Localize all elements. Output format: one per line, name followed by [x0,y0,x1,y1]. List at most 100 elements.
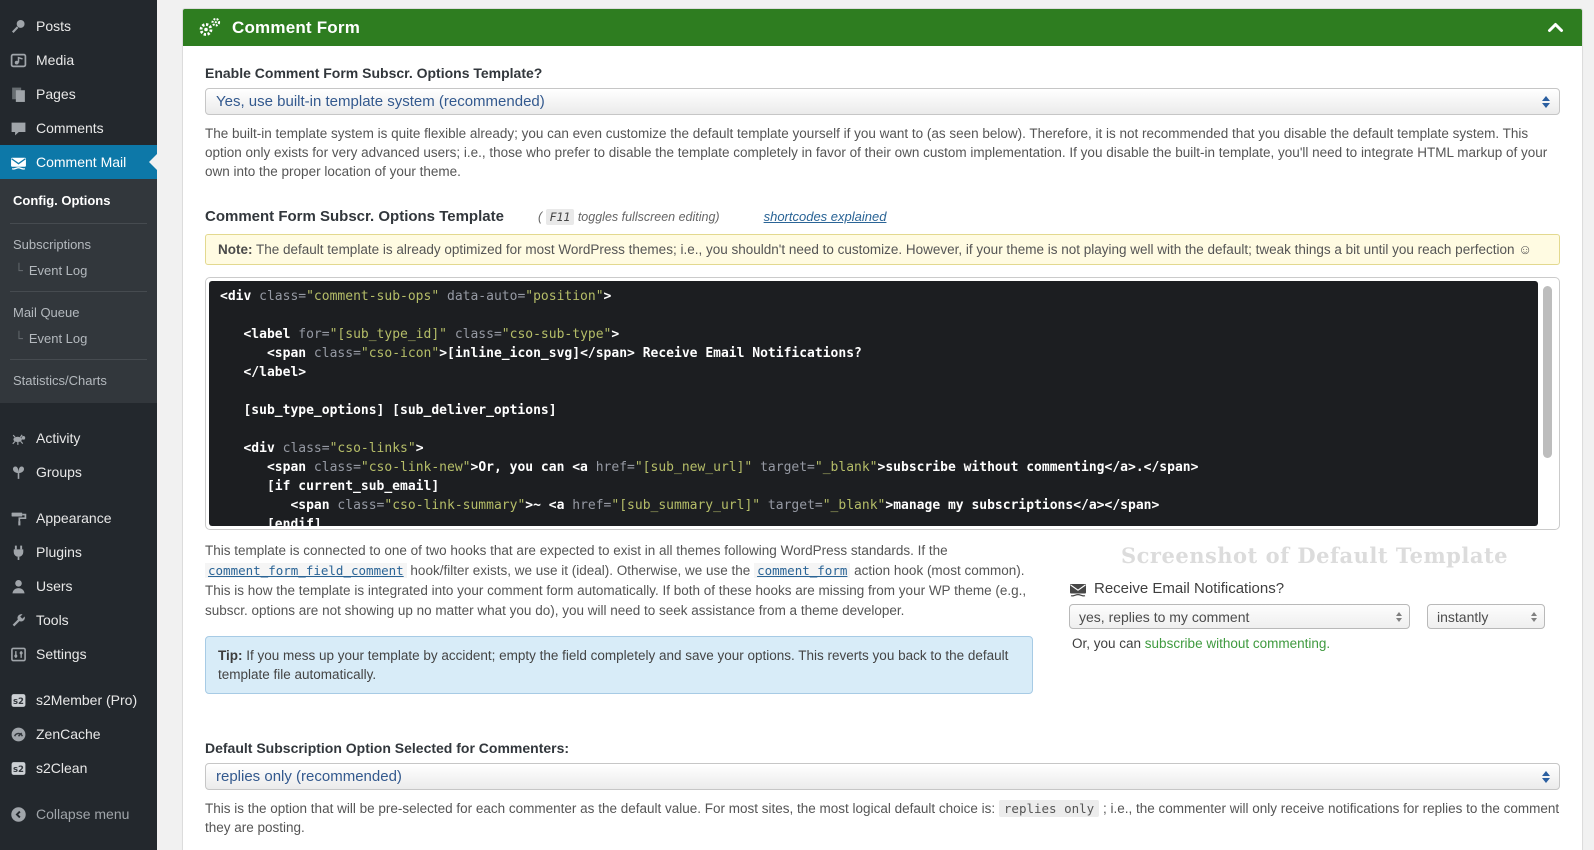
menu-gap [0,489,157,501]
sidebar-item-label: ZenCache [36,726,101,742]
hooks-description: This template is connected to one of two… [205,543,1027,618]
submenu-divider [10,291,147,292]
sidebar-item-subscriptions-event-log[interactable]: └ Event Log [0,258,157,284]
default-option-description: This is the option that will be pre-sele… [205,800,1560,835]
sidebar-item-label: Media [36,52,75,68]
comment-form-field-comment-link[interactable]: comment_form_field_comment [205,563,407,578]
submenu-divider [10,223,147,224]
sidebar-item-plugins[interactable]: Plugins [0,535,157,569]
sidebar-item-appearance[interactable]: Appearance [0,501,157,535]
f11-key: F11 [545,209,575,225]
sidebar-item-label: Comment Mail [36,154,127,170]
pin-icon [10,18,27,35]
enable-template-select[interactable]: Yes, use built-in template system (recom… [205,88,1560,115]
svg-text:s2: s2 [13,697,24,707]
sidebar-item-label: Settings [36,646,87,662]
preview-selects-row: yes, replies to my comment instantly [1069,604,1560,629]
note-label: Note: [218,242,253,257]
admin-sidebar: Posts Media Pages Comments Comment Mail [0,0,157,850]
panel-body: Enable Comment Form Subscr. Options Temp… [183,46,1582,850]
comment-form-panel: Comment Form Enable Comment Form Subscr.… [182,8,1583,850]
enable-template-description: The built-in template system is quite fl… [205,126,1548,179]
sidebar-item-statistics-charts[interactable]: Statistics/Charts [0,367,157,394]
panel-header: Comment Form [183,9,1582,46]
enable-template-label: Enable Comment Form Subscr. Options Temp… [205,65,543,81]
sidebar-item-users[interactable]: Users [0,569,157,603]
sidebar-item-settings[interactable]: Settings [0,637,157,671]
sidebar-item-comments[interactable]: Comments [0,111,157,145]
sidebar-item-comment-mail[interactable]: Comment Mail [0,145,157,179]
default-option-select[interactable]: replies only (recommended) [205,763,1560,790]
preview-footer: Or, you can subscribe without commenting… [1072,636,1331,651]
subscribe-without-commenting-link[interactable]: subscribe without commenting. [1145,636,1330,651]
collapse-panel-button[interactable] [1543,18,1568,37]
sidebar-item-mail-queue-event-log[interactable]: └ Event Log [0,326,157,352]
sidebar-item-posts[interactable]: Posts [0,9,157,43]
wrench-icon [10,612,27,629]
sidebar-item-zencache[interactable]: ZenCache [0,717,157,751]
preview-watermark: Screenshot of Default Template [1120,543,1509,568]
speech-bubble-icon [10,120,27,137]
comment-form-link[interactable]: comment_form [754,563,851,578]
sliders-icon [10,646,27,663]
editor-scrollbar [1538,281,1556,526]
sidebar-item-config-options[interactable]: Config. Options [0,185,157,216]
default-option-field: Default Subscription Option Selected for… [205,740,1560,837]
enable-template-select-value: Yes, use built-in template system (recom… [216,93,545,110]
tip-label: Tip: [218,648,243,663]
select-arrows-icon [1531,611,1537,622]
branch-icon: └ [15,332,23,347]
tip-box: Tip: If you mess up your template by acc… [205,636,1033,694]
collapse-arrow-icon [10,806,27,823]
sidebar-item-media[interactable]: Media [0,43,157,77]
sidebar-item-activity[interactable]: Activity [0,421,157,455]
template-preview-column: Screenshot of Default Template Receive E… [1069,541,1560,694]
person-icon [10,578,27,595]
plug-icon [10,544,27,561]
chevron-up-icon [1548,23,1563,32]
shortcodes-explained-link[interactable]: shortcodes explained [764,209,887,224]
template-heading-row: Comment Form Subscr. Options Template ( … [205,208,1560,225]
svg-text:s2: s2 [13,765,24,775]
hooks-column: This template is connected to one of two… [205,541,1033,694]
panel-title: Comment Form [232,17,361,37]
select-arrows-icon [1542,95,1550,108]
collapse-menu-button[interactable]: Collapse menu [0,797,157,831]
preview-delivery-select[interactable]: instantly [1427,604,1545,629]
menu-gap [0,785,157,797]
sidebar-item-label: Appearance [36,510,112,526]
branch-icon: └ [15,264,23,279]
submenu-divider [10,359,147,360]
tip-text: If you mess up your template by accident… [218,648,1009,682]
speedometer-icon [10,726,27,743]
code-editor-content[interactable]: <div class="comment-sub-ops" data-auto="… [209,281,1538,526]
sidebar-item-groups[interactable]: Groups [0,455,157,489]
sidebar-item-s2clean[interactable]: s2 s2Clean [0,751,157,785]
default-option-label: Default Subscription Option Selected for… [205,740,570,756]
replies-only-code: replies only [998,800,1100,817]
sidebar-item-s2member[interactable]: s2 s2Member (Pro) [0,683,157,717]
envelope-icon [1069,581,1087,597]
sidebar-item-label: Users [36,578,73,594]
sidebar-item-tools[interactable]: Tools [0,603,157,637]
sidebar-item-mail-queue[interactable]: Mail Queue [0,299,157,326]
envelope-icon [10,154,27,171]
preview-question: Receive Email Notifications? [1094,580,1285,597]
s2-badge-icon: s2 [10,692,27,709]
note-box: Note: The default template is already op… [205,234,1560,265]
sidebar-item-subscriptions[interactable]: Subscriptions [0,231,157,258]
pages-icon [10,86,27,103]
s2-badge-icon: s2 [10,760,27,777]
sidebar-item-label: Tools [36,612,69,628]
sidebar-item-label: Posts [36,18,72,34]
below-editor-columns: This template is connected to one of two… [205,541,1560,694]
gears-icon [197,17,223,38]
sidebar-item-pages[interactable]: Pages [0,77,157,111]
editor-scrollbar-thumb[interactable] [1543,286,1552,458]
comment-mail-submenu: Config. Options Subscriptions └ Event Log… [0,179,157,403]
preview-question-row: Receive Email Notifications? [1069,580,1560,597]
select-arrows-icon [1396,611,1402,622]
fullscreen-hint: ( F11 toggles fullscreen editing) [537,209,720,225]
preview-subscription-type-select[interactable]: yes, replies to my comment [1069,604,1410,629]
sidebar-item-label: Collapse menu [36,806,130,822]
